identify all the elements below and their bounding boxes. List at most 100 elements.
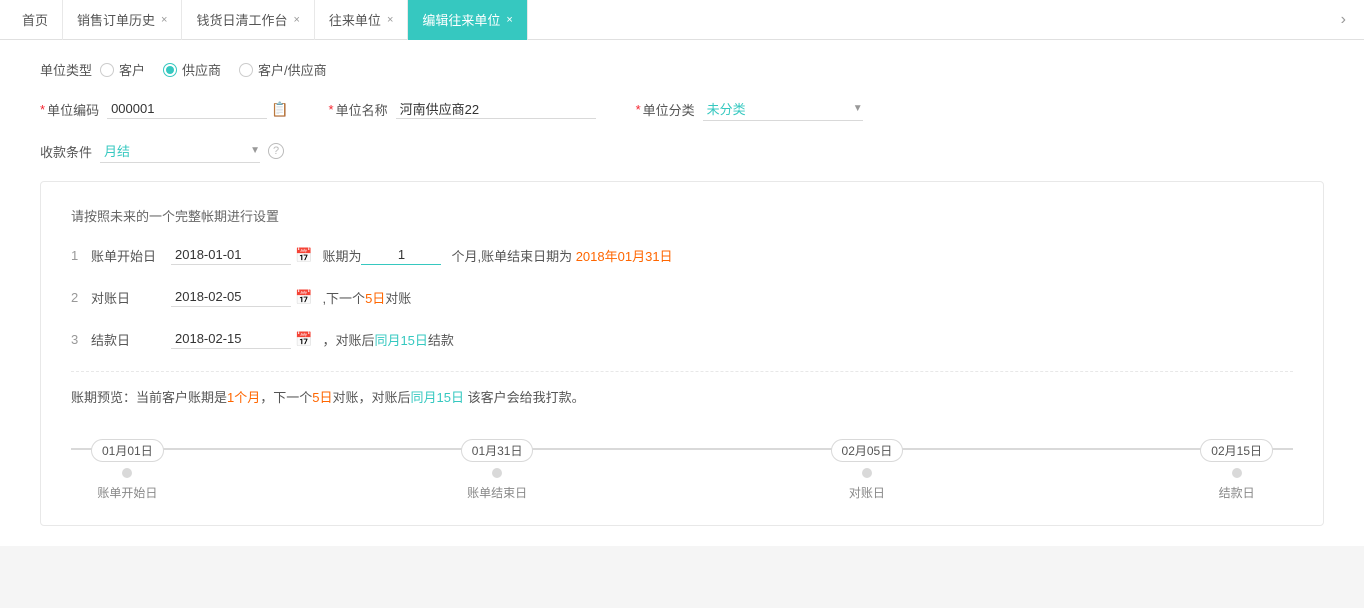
tab-more-button[interactable]: › xyxy=(1331,11,1356,29)
radio-both-label: 客户/供应商 xyxy=(258,60,327,79)
unit-category-dropdown[interactable]: 未分类 ▼ xyxy=(703,97,863,121)
tab-counterparty-label: 往来单位 xyxy=(329,10,381,29)
unit-code-star: * xyxy=(40,102,45,117)
unit-category-label: 单位分类 xyxy=(643,100,695,119)
radio-supplier-circle xyxy=(163,63,177,77)
period-row-2-num: 2 xyxy=(71,290,91,305)
period-month-input[interactable] xyxy=(361,245,441,265)
preview-prefix: 账期预览：当前客户账期是 xyxy=(71,390,227,405)
tab-cashflow[interactable]: 钱货日清工作台 × xyxy=(182,0,314,40)
radio-customer[interactable]: 客户 xyxy=(100,60,145,79)
period-box-title: 请按照未来的一个完整帐期进行设置 xyxy=(71,206,1293,225)
period-reconcile-cal-icon[interactable]: 📅 xyxy=(295,289,312,306)
preview-section: 账期预览：当前客户账期是1个月，下一个5日对账，对账后同月15日 该客户会给我打… xyxy=(71,371,1293,501)
timeline-label-1: 账单结束日 xyxy=(467,484,527,501)
unit-category-arrow-icon: ▼ xyxy=(853,103,863,114)
preview-highlight3: 同月15日 xyxy=(411,390,464,405)
period-row-2-highlight: 5日 xyxy=(365,291,385,306)
preview-mid2: 对账，对账后 xyxy=(333,390,411,405)
preview-text: 账期预览：当前客户账期是1个月，下一个5日对账，对账后同月15日 该客户会给我打… xyxy=(71,386,1293,409)
period-row-3-desc: ，对账后同月15日结款 xyxy=(322,330,454,349)
tab-counterparty-close[interactable]: × xyxy=(387,14,393,26)
timeline-badge-0: 01月01日 xyxy=(91,439,164,462)
period-row-1-field-label: 账单开始日 xyxy=(91,246,171,265)
timeline-badge-1: 01月31日 xyxy=(461,439,534,462)
radio-both[interactable]: 客户/供应商 xyxy=(239,60,327,79)
unit-name-group: * 单位名称 xyxy=(329,99,596,119)
unit-code-copy-icon[interactable]: 📋 xyxy=(271,101,288,118)
period-row-1: 1 账单开始日 📅 账期为 个月,账单结束日期为 2018年01月31日 xyxy=(71,245,1293,265)
radio-both-circle xyxy=(239,63,253,77)
payment-terms-row: 收款条件 月结 ▼ ? xyxy=(40,139,1324,163)
period-settlement-date-input[interactable] xyxy=(171,329,291,349)
period-row-3-num: 3 xyxy=(71,332,91,347)
timeline-dot-0 xyxy=(122,468,132,478)
tab-counterparty[interactable]: 往来单位 × xyxy=(315,0,408,40)
unit-type-row: 单位类型 客户 供应商 客户/供应商 xyxy=(40,60,1324,79)
timeline: 01月01日 账单开始日 01月31日 账单结束日 02月05日 对账日 xyxy=(71,429,1293,501)
unit-name-input[interactable] xyxy=(396,99,596,119)
period-end-date-highlight: 2018年01月31日 xyxy=(576,249,673,264)
timeline-badge-3: 02月15日 xyxy=(1200,439,1273,462)
preview-highlight2: 5日 xyxy=(312,390,332,405)
radio-customer-circle xyxy=(100,63,114,77)
tab-home-label: 首页 xyxy=(22,10,48,29)
period-suffix-text: 个月,账单结束日期为 2018年01月31日 xyxy=(451,246,672,265)
period-row-3-highlight: 同月15日 xyxy=(374,333,427,348)
tab-home[interactable]: 首页 xyxy=(8,0,63,40)
timeline-item-1: 01月31日 账单结束日 xyxy=(461,439,534,501)
radio-supplier-label: 供应商 xyxy=(182,60,221,79)
preview-highlight1: 1个月 xyxy=(227,390,260,405)
period-row-1-num: 1 xyxy=(71,248,91,263)
timeline-label-2: 对账日 xyxy=(849,484,885,501)
timeline-items: 01月01日 账单开始日 01月31日 账单结束日 02月05日 对账日 xyxy=(91,439,1273,501)
preview-mid1: ，下一个 xyxy=(260,390,312,405)
tab-sales-history[interactable]: 销售订单历史 × xyxy=(63,0,182,40)
unit-category-star: * xyxy=(636,102,641,117)
unit-type-radio-group: 客户 供应商 客户/供应商 xyxy=(100,60,327,79)
timeline-item-3: 02月15日 结款日 xyxy=(1200,439,1273,501)
period-start-date-cal-icon[interactable]: 📅 xyxy=(295,247,312,264)
tab-sales-history-label: 销售订单历史 xyxy=(77,10,155,29)
tab-sales-history-close[interactable]: × xyxy=(161,14,167,26)
tab-bar: 首页 销售订单历史 × 钱货日清工作台 × 往来单位 × 编辑往来单位 × › xyxy=(0,0,1364,40)
unit-code-label: 单位编码 xyxy=(47,100,99,119)
period-mid-text: 账期为 xyxy=(322,246,361,265)
period-row-3-field-label: 结款日 xyxy=(91,330,171,349)
unit-category-group: * 单位分类 未分类 ▼ xyxy=(636,97,863,121)
period-row-2-field-label: 对账日 xyxy=(91,288,171,307)
unit-code-group: * 单位编码 📋 xyxy=(40,99,289,119)
radio-customer-label: 客户 xyxy=(119,60,145,79)
payment-terms-dropdown[interactable]: 月结 ▼ xyxy=(100,139,260,163)
tab-edit-counterparty[interactable]: 编辑往来单位 × xyxy=(408,0,527,40)
tab-edit-counterparty-label: 编辑往来单位 xyxy=(422,10,500,29)
tab-edit-counterparty-close[interactable]: × xyxy=(506,14,512,26)
unit-name-star: * xyxy=(329,102,334,117)
period-row-2-desc: ,下一个5日对账 xyxy=(322,288,411,307)
main-content: 单位类型 客户 供应商 客户/供应商 * 单位编码 📋 * 单位名称 xyxy=(0,40,1364,546)
timeline-dot-3 xyxy=(1232,468,1242,478)
radio-supplier[interactable]: 供应商 xyxy=(163,60,221,79)
timeline-dot-2 xyxy=(862,468,872,478)
tab-cashflow-close[interactable]: × xyxy=(293,14,299,26)
timeline-label-3: 结款日 xyxy=(1219,484,1255,501)
unit-category-value: 未分类 xyxy=(703,97,853,120)
period-row-3: 3 结款日 📅 ，对账后同月15日结款 xyxy=(71,329,1293,349)
payment-terms-label: 收款条件 xyxy=(40,142,92,161)
timeline-label-0: 账单开始日 xyxy=(97,484,157,501)
period-settlement-cal-icon[interactable]: 📅 xyxy=(295,331,312,348)
help-icon[interactable]: ? xyxy=(268,143,284,159)
tab-cashflow-label: 钱货日清工作台 xyxy=(196,10,287,29)
timeline-badge-2: 02月05日 xyxy=(831,439,904,462)
unit-type-label: 单位类型 xyxy=(40,60,92,79)
payment-terms-arrow-icon: ▼ xyxy=(250,145,260,156)
payment-terms-value: 月结 xyxy=(100,139,250,162)
timeline-dot-1 xyxy=(492,468,502,478)
period-row-2: 2 对账日 📅 ,下一个5日对账 xyxy=(71,287,1293,307)
period-start-date-input[interactable] xyxy=(171,245,291,265)
period-reconcile-date-input[interactable] xyxy=(171,287,291,307)
preview-suffix: 该客户会给我打款。 xyxy=(468,390,585,405)
unit-code-input[interactable] xyxy=(107,99,267,119)
unit-details-row: * 单位编码 📋 * 单位名称 * 单位分类 未分类 ▼ xyxy=(40,97,1324,121)
timeline-item-0: 01月01日 账单开始日 xyxy=(91,439,164,501)
